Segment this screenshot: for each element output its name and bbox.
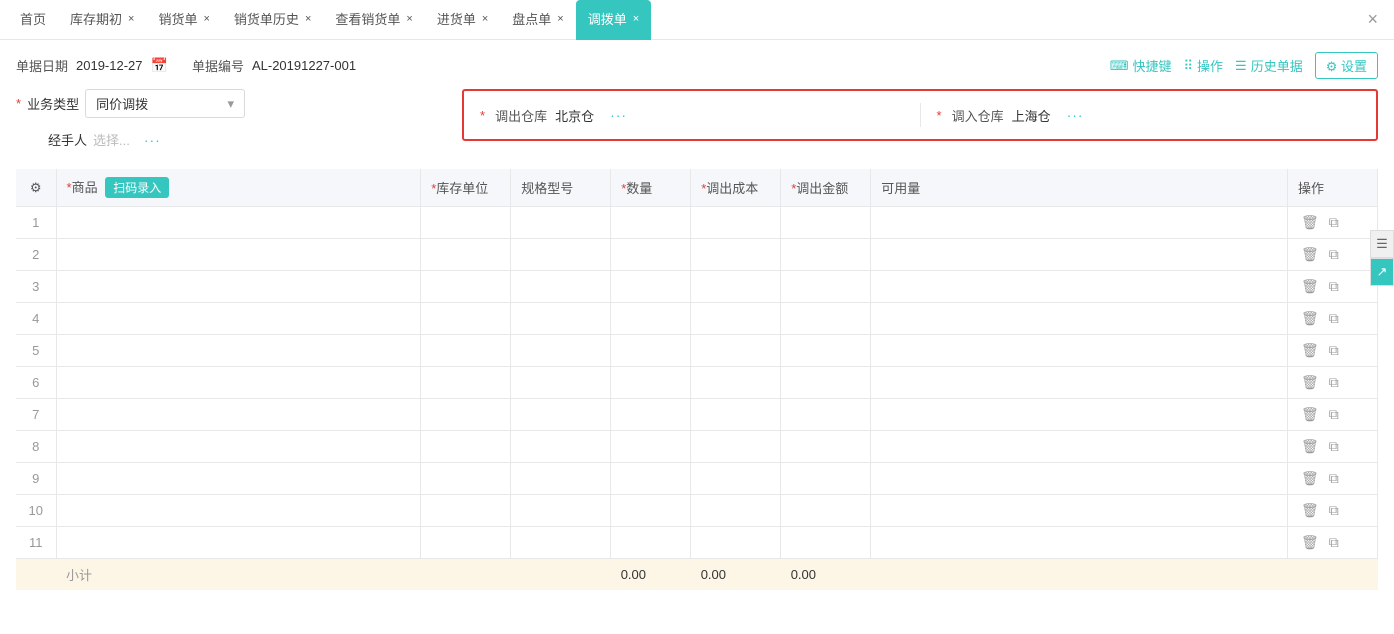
data-table-wrapper: ⚙ *商品 扫码录入 *库存单位 规格型号 *数量 *调出成本 (16, 169, 1378, 590)
copy-icon[interactable]: ⧉ (1329, 214, 1339, 231)
right-panel: ☰ ↗ (1370, 230, 1394, 286)
warehouse-in-more-icon[interactable]: ··· (1059, 107, 1092, 123)
copy-icon[interactable]: ⧉ (1329, 470, 1339, 487)
tab-close-transfer[interactable]: × (633, 13, 639, 25)
table-row: 10 🗑 ⧉ (16, 495, 1378, 527)
tab-view-sales[interactable]: 查看销货单 × (323, 0, 424, 40)
table-row: 8 🗑 ⧉ (16, 431, 1378, 463)
table-row: 6 🗑 ⧉ (16, 367, 1378, 399)
tab-close-stocktake[interactable]: × (557, 13, 563, 25)
scan-enter-button[interactable]: 扫码录入 (105, 177, 169, 198)
delete-icon[interactable]: 🗑 (1301, 342, 1319, 359)
table-row: 1 🗑 ⧉ (16, 207, 1378, 239)
person-more-icon[interactable]: ··· (136, 132, 169, 148)
delete-icon[interactable]: 🗑 (1301, 310, 1319, 327)
panel-list-icon[interactable]: ☰ (1370, 230, 1394, 258)
subtotal-row: 小计 0.00 0.00 0.00 (16, 559, 1378, 591)
delete-icon[interactable]: 🗑 (1301, 246, 1319, 263)
tab-sales-order[interactable]: 销货单 × (146, 0, 221, 40)
copy-icon[interactable]: ⧉ (1329, 246, 1339, 263)
tab-purchase[interactable]: 进货单 × (425, 0, 500, 40)
table-row: 3 🗑 ⧉ (16, 271, 1378, 303)
copy-icon[interactable]: ⧉ (1329, 502, 1339, 519)
history-button[interactable]: ☰ 历史单据 (1235, 56, 1303, 75)
left-form-panel: * 业务类型 同价调拨 ▾ 经手人 选择... ··· (16, 89, 446, 149)
th-avail: 可用量 (871, 169, 1288, 207)
table-row: 2 🗑 ⧉ (16, 239, 1378, 271)
form-header: 单据日期 2019-12-27 📅 单据编号 AL-20191227-001 ⌨… (16, 52, 1378, 79)
copy-icon[interactable]: ⧉ (1329, 534, 1339, 551)
copy-icon[interactable]: ⧉ (1329, 438, 1339, 455)
copy-icon[interactable]: ⧉ (1329, 342, 1339, 359)
copy-icon[interactable]: ⧉ (1329, 374, 1339, 391)
business-type-field: * 业务类型 同价调拨 ▾ (16, 89, 446, 118)
date-field: 单据日期 2019-12-27 📅 (16, 56, 168, 75)
tab-close-purchase[interactable]: × (482, 13, 488, 25)
operate-icon: ⠿ (1183, 58, 1193, 74)
warehouse-box: * 调出仓库 北京仓 ··· * 调入仓库 上海仓 ··· (462, 89, 1378, 141)
copy-icon[interactable]: ⧉ (1329, 406, 1339, 423)
tab-transfer[interactable]: 调拨单 × (576, 0, 651, 40)
th-qty: *数量 (611, 169, 691, 207)
gear-th-icon[interactable]: ⚙ (30, 180, 42, 195)
table-row: 5 🗑 ⧉ (16, 335, 1378, 367)
warehouse-out-more-icon[interactable]: ··· (602, 107, 635, 123)
delete-icon[interactable]: 🗑 (1301, 374, 1319, 391)
copy-icon[interactable]: ⧉ (1329, 278, 1339, 295)
th-amount: *调出金额 (781, 169, 871, 207)
tab-sales-history[interactable]: 销货单历史 × (222, 0, 323, 40)
main-content: 单据日期 2019-12-27 📅 单据编号 AL-20191227-001 ⌨… (0, 40, 1394, 602)
settings-button[interactable]: ⚙ 设置 (1315, 52, 1378, 79)
delete-icon[interactable]: 🗑 (1301, 438, 1319, 455)
delete-icon[interactable]: 🗑 (1301, 502, 1319, 519)
table-row: 7 🗑 ⧉ (16, 399, 1378, 431)
shortcut-button[interactable]: ⌨ 快捷键 (1110, 56, 1172, 75)
th-no: ⚙ (16, 169, 56, 207)
delete-icon[interactable]: 🗑 (1301, 278, 1319, 295)
th-cost: *调出成本 (691, 169, 781, 207)
tab-close-sales-order[interactable]: × (203, 13, 209, 25)
person-select[interactable]: 选择... (93, 130, 130, 149)
operate-button[interactable]: ⠿ 操作 (1183, 56, 1223, 75)
warehouse-in-section: * 调入仓库 上海仓 ··· (937, 106, 1361, 125)
th-unit: *库存单位 (421, 169, 511, 207)
warehouse-out-section: * 调出仓库 北京仓 ··· (480, 106, 904, 125)
delete-icon[interactable]: 🗑 (1301, 534, 1319, 551)
tab-close-sales-history[interactable]: × (305, 13, 311, 25)
copy-icon[interactable]: ⧉ (1329, 310, 1339, 327)
delete-icon[interactable]: 🗑 (1301, 406, 1319, 423)
tab-close-inventory-init[interactable]: × (128, 13, 134, 25)
calendar-icon[interactable]: 📅 (151, 57, 168, 74)
transfer-table: ⚙ *商品 扫码录入 *库存单位 规格型号 *数量 *调出成本 (16, 169, 1378, 590)
tab-close-view-sales[interactable]: × (406, 13, 412, 25)
settings-icon: ⚙ (1326, 59, 1338, 74)
tab-inventory-init[interactable]: 库存期初 × (58, 0, 146, 40)
table-row: 11 🗑 ⧉ (16, 527, 1378, 559)
th-goods: *商品 扫码录入 (56, 169, 421, 207)
close-all-button[interactable]: × (1359, 9, 1386, 30)
bill-no-field: 单据编号 AL-20191227-001 (192, 56, 356, 75)
th-ops: 操作 (1288, 169, 1378, 207)
shortcut-icon: ⌨ (1110, 58, 1129, 74)
person-field: 经手人 选择... ··· (48, 130, 446, 149)
business-type-select[interactable]: 同价调拨 ▾ (85, 89, 245, 118)
table-row: 9 🗑 ⧉ (16, 463, 1378, 495)
table-row: 4 🗑 ⧉ (16, 303, 1378, 335)
panel-expand-icon[interactable]: ↗ (1370, 258, 1394, 286)
tab-stocktake[interactable]: 盘点单 × (500, 0, 575, 40)
dropdown-arrow-icon: ▾ (228, 96, 235, 112)
history-icon: ☰ (1235, 58, 1247, 74)
delete-icon[interactable]: 🗑 (1301, 470, 1319, 487)
tab-home[interactable]: 首页 (8, 0, 58, 40)
warehouse-divider (920, 103, 921, 127)
delete-icon[interactable]: 🗑 (1301, 214, 1319, 231)
toolbar-right: ⌨ 快捷键 ⠿ 操作 ☰ 历史单据 ⚙ 设置 (1110, 52, 1378, 79)
tab-bar: 首页 库存期初 × 销货单 × 销货单历史 × 查看销货单 × 进货单 × 盘点… (0, 0, 1394, 40)
th-spec: 规格型号 (511, 169, 611, 207)
